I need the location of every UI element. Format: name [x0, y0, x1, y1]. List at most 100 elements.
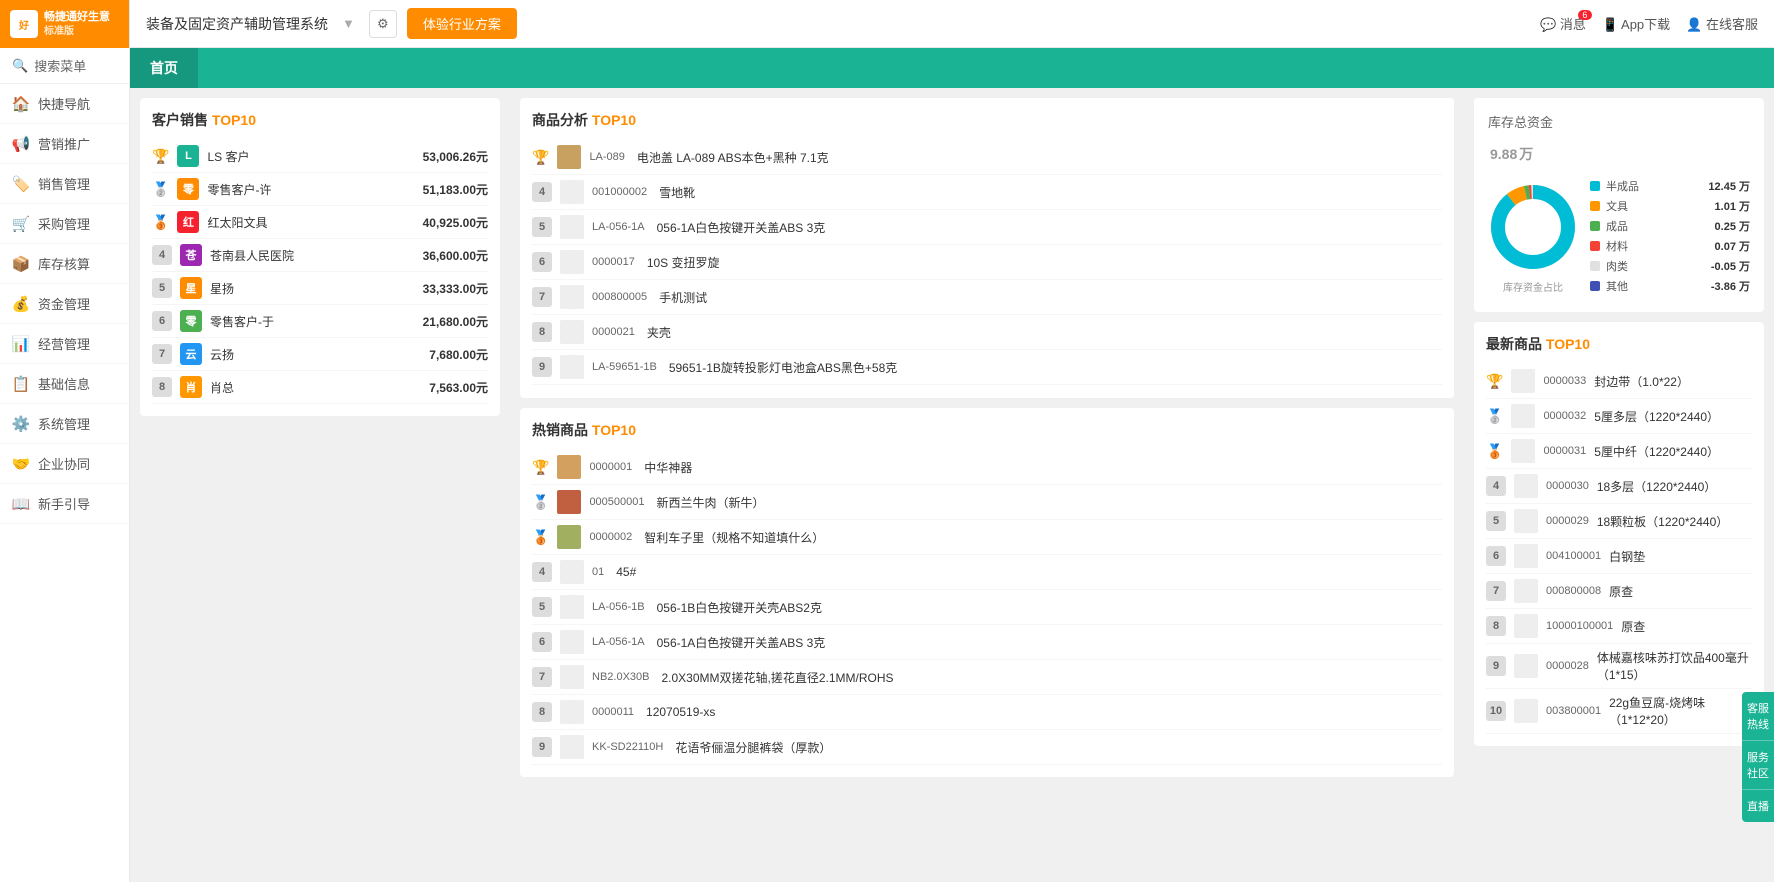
sidebar-item-finance[interactable]: 💰 资金管理: [0, 284, 129, 324]
product-img: [560, 595, 584, 619]
customer-name: 星扬: [210, 280, 415, 297]
hot-products-panel: 热销商品 TOP10 🏆 0000001 中华神器 🥈 000500001 新西…: [520, 408, 1454, 777]
search-menu[interactable]: 🔍 搜索菜单: [0, 48, 129, 84]
product-img: [557, 145, 581, 169]
product-name: 59651-1B旋转投影灯电池盒ABS黑色+58克: [669, 359, 897, 376]
sidebar-item-sales[interactable]: 🏷️ 销售管理: [0, 164, 129, 204]
hot-products-header: 热销商品 TOP10: [532, 420, 1442, 440]
new-products-panel: 最新商品 TOP10 🏆 0000033 封边带（1.0*22） 🥈 00000…: [1474, 322, 1764, 746]
rank-badge: 8: [532, 702, 552, 722]
sidebar-item-inventory[interactable]: 📦 库存核算: [0, 244, 129, 284]
list-item: 4 苍 苍南县人民医院 36,600.00元: [152, 239, 488, 272]
product-code: 0000031: [1543, 445, 1586, 457]
sidebar-item-label: 销售管理: [38, 174, 90, 193]
product-code: 0000033: [1543, 375, 1586, 387]
float-live-button[interactable]: 直播: [1742, 789, 1774, 822]
list-item: 7 NB2.0X30B 2.0X30MM双搓花轴,搓花直径2.1MM/ROHS: [532, 660, 1442, 695]
product-code: 000800008: [1546, 585, 1601, 597]
hot-products-list: 🏆 0000001 中华神器 🥈 000500001 新西兰牛肉（新牛） 🥉: [532, 450, 1442, 765]
rank-badge: 8: [1486, 616, 1506, 636]
product-code: 000500001: [589, 496, 644, 508]
customer-name: 红太阳文具: [207, 214, 414, 231]
finance-icon: 💰: [12, 295, 30, 313]
legend-name: 肉类: [1606, 258, 1705, 274]
float-service-button[interactable]: 客服热线: [1742, 692, 1774, 740]
list-item: 9 0000028 体械嘉核味苏打饮品400毫升（1*15）: [1486, 644, 1752, 689]
rank-badge: 5: [1486, 511, 1506, 531]
product-name: 白钢垫: [1609, 548, 1752, 565]
list-item: 8 0000011 12070519-xs: [532, 695, 1442, 730]
list-item: 🏆 0000001 中华神器: [532, 450, 1442, 485]
marketing-icon: 📢: [12, 135, 30, 153]
customer-value: 53,006.26元: [423, 148, 488, 165]
donut-chart: [1488, 182, 1578, 272]
home-icon: 🏠: [12, 95, 30, 113]
float-community-button[interactable]: 服务社区: [1742, 740, 1774, 789]
list-item: 🏆 0000033 封边带（1.0*22）: [1486, 364, 1752, 399]
sidebar-item-quicknav[interactable]: 🏠 快捷导航: [0, 84, 129, 124]
list-item: 7 云 云扬 7,680.00元: [152, 338, 488, 371]
list-item: 5 LA-056-1B 056-1B白色按键开关壳ABS2克: [532, 590, 1442, 625]
product-img: [560, 250, 584, 274]
list-item: 🥉 0000002 智利车子里（规格不知道填什么）: [532, 520, 1442, 555]
sidebar-item-label: 采购管理: [38, 214, 90, 233]
product-code: 000800005: [592, 291, 647, 303]
product-name: 18多层（1220*2440）: [1597, 478, 1752, 495]
online-service-button[interactable]: 👤 在线客服: [1686, 14, 1758, 33]
sidebar-item-system[interactable]: ⚙️ 系统管理: [0, 404, 129, 444]
sidebar-item-basic[interactable]: 📋 基础信息: [0, 364, 129, 404]
sidebar-item-label: 库存核算: [38, 254, 90, 273]
customer-name: 肖总: [210, 379, 421, 396]
product-name: 原查: [1609, 583, 1752, 600]
sidebar-item-guide[interactable]: 📖 新手引导: [0, 484, 129, 524]
rank-badge: 5: [152, 278, 172, 298]
legend-dot: [1590, 181, 1600, 191]
avatar: 云: [180, 343, 202, 365]
product-code: 0000029: [1546, 515, 1589, 527]
list-item: 10 003800001 22g鱼豆腐-烧烤味（1*12*20）: [1486, 689, 1752, 734]
product-img: [1514, 614, 1538, 638]
list-item: 8 10000100001 原查: [1486, 609, 1752, 644]
product-sales-panel: 商品分析 TOP10 🏆 LA-089 电池盖 LA-089 ABS本色+黑种 …: [520, 98, 1454, 398]
sidebar-item-cooperation[interactable]: 🤝 企业协同: [0, 444, 129, 484]
customer-name: 苍南县人民医院: [210, 247, 415, 264]
rank-badge: 4: [1486, 476, 1506, 496]
product-img: [560, 320, 584, 344]
trial-button[interactable]: 体验行业方案: [407, 8, 517, 39]
settings-button[interactable]: ⚙: [369, 10, 397, 38]
rank-badge: 4: [532, 182, 552, 202]
logo-text: 畅捷通好生意 标准版: [44, 10, 110, 37]
product-code: 004100001: [1546, 550, 1601, 562]
list-item: 🏆 L LS 客户 53,006.26元: [152, 140, 488, 173]
product-name: 2.0X30MM双搓花轴,搓花直径2.1MM/ROHS: [661, 669, 893, 686]
product-code: LA-056-1A: [592, 636, 645, 648]
product-name: 056-1B白色按键开关壳ABS2克: [657, 599, 822, 616]
product-img: [1514, 544, 1538, 568]
product-name: 5厘中纤（1220*2440）: [1594, 443, 1752, 460]
sidebar-item-label: 营销推广: [38, 134, 90, 153]
product-code: 0000011: [592, 706, 634, 718]
rank-badge: 9: [532, 357, 552, 377]
product-img: [560, 735, 584, 759]
trophy-icon: 🏆: [532, 459, 549, 476]
product-img: [560, 285, 584, 309]
app-download-button[interactable]: 📱 App下载: [1602, 14, 1670, 33]
product-name: 新西兰牛肉（新牛）: [657, 494, 765, 511]
customer-value: 7,563.00元: [429, 379, 488, 396]
product-name: 12070519-xs: [646, 705, 715, 719]
list-item: 🥉 红 红太阳文具 40,925.00元: [152, 206, 488, 239]
rank-badge: 9: [532, 737, 552, 757]
sidebar-item-operation[interactable]: 📊 经营管理: [0, 324, 129, 364]
tab-home[interactable]: 首页: [130, 48, 198, 88]
sidebar-item-label: 企业协同: [38, 454, 90, 473]
sidebar-item-purchase[interactable]: 🛒 采购管理: [0, 204, 129, 244]
search-menu-label: 搜索菜单: [34, 56, 86, 75]
product-name: 056-1A白色按键开关盖ABS 3克: [657, 219, 826, 236]
messages-button[interactable]: 💬 消息 6: [1540, 14, 1586, 33]
sidebar-item-marketing[interactable]: 📢 营销推广: [0, 124, 129, 164]
product-name: 中华神器: [644, 459, 692, 476]
product-name: 5厘多层（1220*2440）: [1594, 408, 1752, 425]
dropdown-arrow-icon: ▼: [342, 16, 355, 31]
avatar: 肖: [180, 376, 202, 398]
legend-val: 0.25 万: [1715, 218, 1750, 234]
